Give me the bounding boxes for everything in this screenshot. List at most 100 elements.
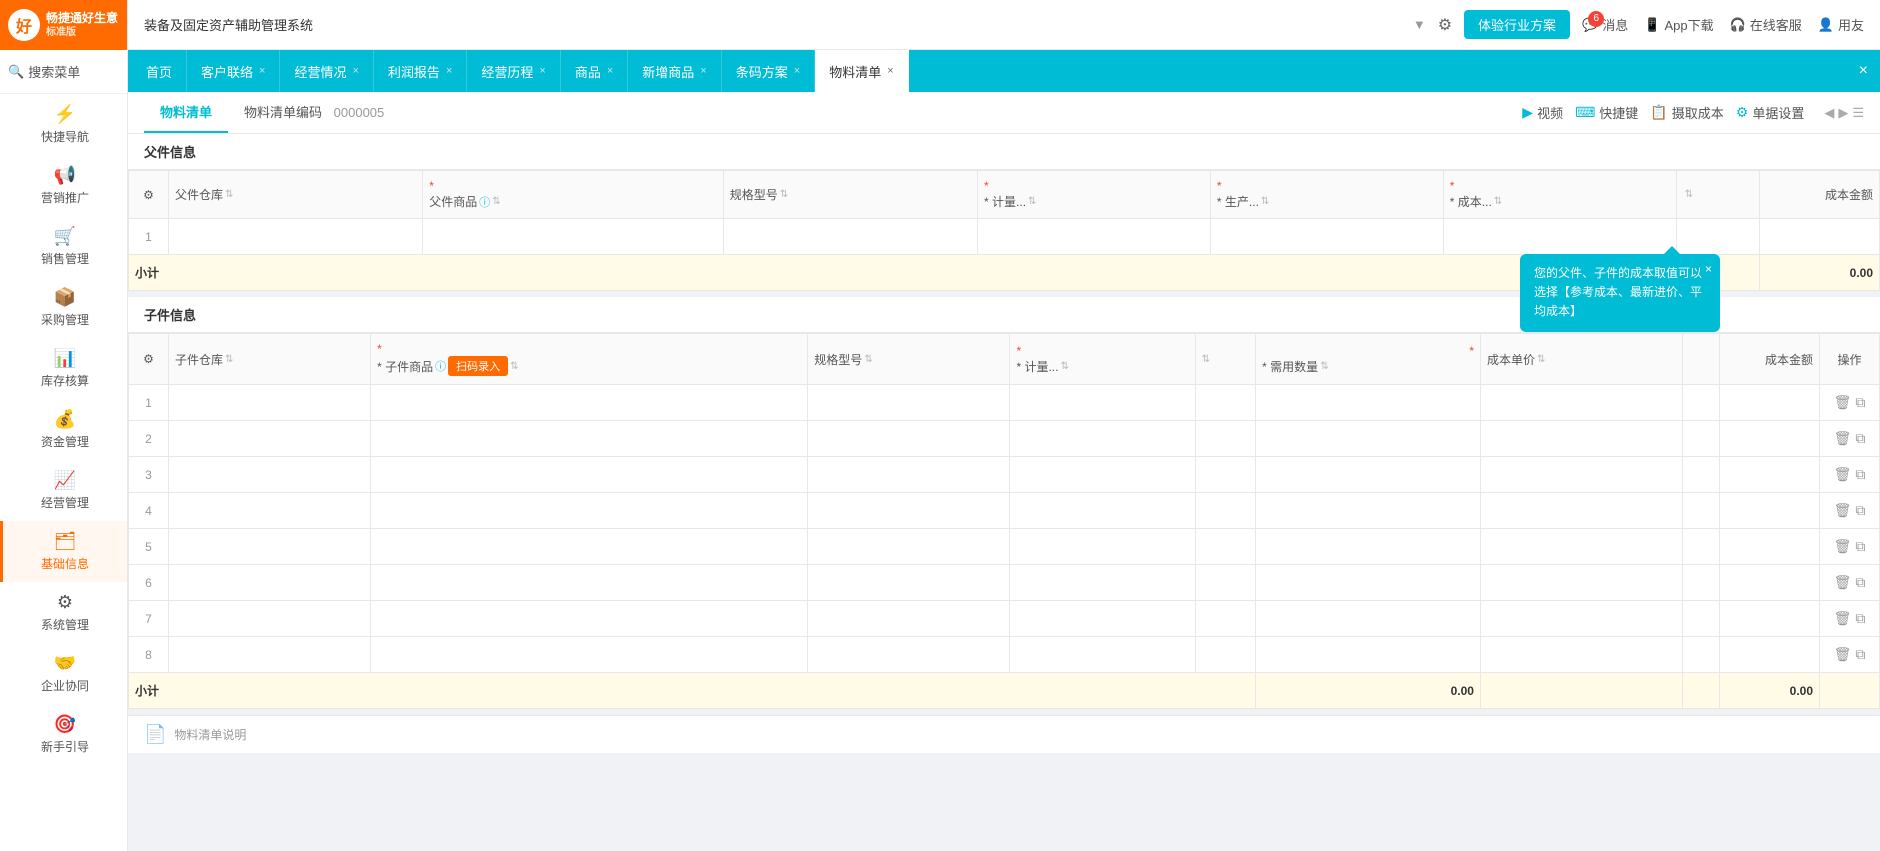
- delete-row-6-btn[interactable]: 🗑: [1834, 574, 1852, 591]
- child-row-4-qty[interactable]: [1256, 493, 1481, 529]
- settings-icon[interactable]: ⚙: [1438, 15, 1452, 35]
- delete-row-8-btn[interactable]: 🗑: [1834, 646, 1852, 663]
- delete-row-2-btn[interactable]: 🗑: [1834, 430, 1852, 447]
- copy-row-1-btn[interactable]: ⧉: [1855, 394, 1865, 411]
- parent-row-1-extra[interactable]: [1676, 219, 1759, 255]
- child-row-2-unit-cost[interactable]: [1480, 421, 1682, 457]
- child-row-3-unit-cost[interactable]: [1480, 457, 1682, 493]
- sidebar-item-marketing[interactable]: 📢 营销推广: [0, 155, 127, 216]
- child-row-1-warehouse[interactable]: [169, 385, 371, 421]
- child-row-3-qty[interactable]: [1256, 457, 1481, 493]
- tab-goods[interactable]: 商品 ×: [561, 50, 628, 92]
- child-row-5-spec[interactable]: [808, 529, 1010, 565]
- child-row-8-spec[interactable]: [808, 637, 1010, 673]
- child-row-6-unit-cost[interactable]: [1480, 565, 1682, 601]
- child-row-2-warehouse[interactable]: [169, 421, 371, 457]
- delete-row-3-btn[interactable]: 🗑: [1834, 466, 1852, 483]
- child-row-4-unit[interactable]: [1010, 493, 1195, 529]
- child-col-gear[interactable]: ⚙: [129, 334, 169, 385]
- child-row-5-unit[interactable]: [1010, 529, 1195, 565]
- child-row-7-spec[interactable]: [808, 601, 1010, 637]
- child-row-1-spec[interactable]: [808, 385, 1010, 421]
- delete-row-5-btn[interactable]: 🗑: [1834, 538, 1852, 555]
- child-row-6-unit[interactable]: [1010, 565, 1195, 601]
- sidebar-item-quicknav[interactable]: ⚡ 快捷导航: [0, 94, 127, 155]
- copy-row-8-btn[interactable]: ⧉: [1855, 646, 1865, 663]
- child-row-2-product[interactable]: [371, 421, 808, 457]
- child-row-8-warehouse[interactable]: [169, 637, 371, 673]
- child-row-2-qty[interactable]: [1256, 421, 1481, 457]
- parent-col-gear[interactable]: ⚙: [129, 171, 169, 219]
- close-tab-profit[interactable]: ×: [446, 65, 452, 77]
- child-row-7-product[interactable]: [371, 601, 808, 637]
- parent-row-1-cost[interactable]: [1443, 219, 1676, 255]
- child-row-6-warehouse[interactable]: [169, 565, 371, 601]
- close-tab-history[interactable]: ×: [539, 65, 545, 77]
- close-tab-bom[interactable]: ×: [887, 65, 893, 77]
- close-all-tabs-btn[interactable]: ×: [1851, 62, 1876, 80]
- parent-row-1-produce[interactable]: [1210, 219, 1443, 255]
- trial-btn[interactable]: 体验行业方案: [1464, 10, 1570, 39]
- doc-settings-btn[interactable]: ⚙ 单据设置: [1736, 103, 1805, 122]
- child-row-1-product[interactable]: [371, 385, 808, 421]
- child-row-3-spec[interactable]: [808, 457, 1010, 493]
- child-row-3-warehouse[interactable]: [169, 457, 371, 493]
- parent-row-1-warehouse[interactable]: [169, 219, 423, 255]
- delete-row-7-btn[interactable]: 🗑: [1834, 610, 1852, 627]
- tab-history[interactable]: 经营历程 ×: [467, 50, 560, 92]
- tab-home[interactable]: 首页: [132, 50, 187, 92]
- sidebar-item-sales[interactable]: 🛒 销售管理: [0, 216, 127, 277]
- child-row-2-extra[interactable]: [1195, 421, 1256, 457]
- child-row-5-qty[interactable]: [1256, 529, 1481, 565]
- sidebar-item-basics[interactable]: 🗂 基础信息: [0, 521, 127, 582]
- child-row-8-product[interactable]: [371, 637, 808, 673]
- tab-customer[interactable]: 客户联络 ×: [187, 50, 280, 92]
- sidebar-search[interactable]: 🔍 搜索菜单: [0, 50, 127, 94]
- sidebar-item-system[interactable]: ⚙ 系统管理: [0, 582, 127, 643]
- child-row-5-unit-cost[interactable]: [1480, 529, 1682, 565]
- parent-row-1-product[interactable]: [423, 219, 724, 255]
- child-row-1-unit-cost[interactable]: [1480, 385, 1682, 421]
- sidebar-item-inventory[interactable]: 📊 库存核算: [0, 338, 127, 399]
- child-row-6-spec[interactable]: [808, 565, 1010, 601]
- message-btn[interactable]: 💬 6 消息: [1582, 15, 1628, 34]
- copy-row-5-btn[interactable]: ⧉: [1855, 538, 1865, 555]
- copy-row-6-btn[interactable]: ⧉: [1855, 574, 1865, 591]
- close-tab-operations[interactable]: ×: [352, 65, 358, 77]
- child-row-7-qty[interactable]: [1256, 601, 1481, 637]
- expand-btn[interactable]: ☰: [1852, 105, 1864, 121]
- child-row-7-warehouse[interactable]: [169, 601, 371, 637]
- copy-row-4-btn[interactable]: ⧉: [1855, 502, 1865, 519]
- child-row-8-unit[interactable]: [1010, 637, 1195, 673]
- tab-operations[interactable]: 经营情况 ×: [280, 50, 373, 92]
- sidebar-item-purchase[interactable]: 📦 采购管理: [0, 277, 127, 338]
- sidebar-item-finance[interactable]: 💰 资金管理: [0, 399, 127, 460]
- tab-profit[interactable]: 利润报告 ×: [374, 50, 467, 92]
- next-page-btn[interactable]: ▶: [1838, 105, 1848, 121]
- delete-row-4-btn[interactable]: 🗑: [1834, 502, 1852, 519]
- extract-cost-btn[interactable]: 📋 摄取成本: [1650, 103, 1723, 122]
- child-row-6-extra[interactable]: [1195, 565, 1256, 601]
- child-row-3-extra[interactable]: [1195, 457, 1256, 493]
- child-row-7-unit[interactable]: [1010, 601, 1195, 637]
- child-row-6-product[interactable]: [371, 565, 808, 601]
- tab-new-goods[interactable]: 新增商品 ×: [628, 50, 721, 92]
- child-row-4-extra[interactable]: [1195, 493, 1256, 529]
- scan-input-btn[interactable]: 扫码录入: [448, 356, 508, 376]
- video-btn[interactable]: ▶ 视频: [1522, 103, 1563, 122]
- subtab-bom-list[interactable]: 物料清单: [144, 92, 228, 133]
- sidebar-item-operations[interactable]: 📈 经营管理: [0, 460, 127, 521]
- child-row-5-product[interactable]: [371, 529, 808, 565]
- parent-row-1-spec[interactable]: [723, 219, 977, 255]
- close-tab-customer[interactable]: ×: [259, 65, 265, 77]
- copy-row-2-btn[interactable]: ⧉: [1855, 430, 1865, 447]
- child-row-3-unit[interactable]: [1010, 457, 1195, 493]
- child-row-1-unit[interactable]: [1010, 385, 1195, 421]
- child-row-4-product[interactable]: [371, 493, 808, 529]
- child-row-1-extra[interactable]: [1195, 385, 1256, 421]
- child-row-2-unit[interactable]: [1010, 421, 1195, 457]
- child-row-8-unit-cost[interactable]: [1480, 637, 1682, 673]
- child-row-2-spec[interactable]: [808, 421, 1010, 457]
- delete-row-1-btn[interactable]: 🗑: [1834, 394, 1852, 411]
- parent-row-1-unit[interactable]: [978, 219, 1211, 255]
